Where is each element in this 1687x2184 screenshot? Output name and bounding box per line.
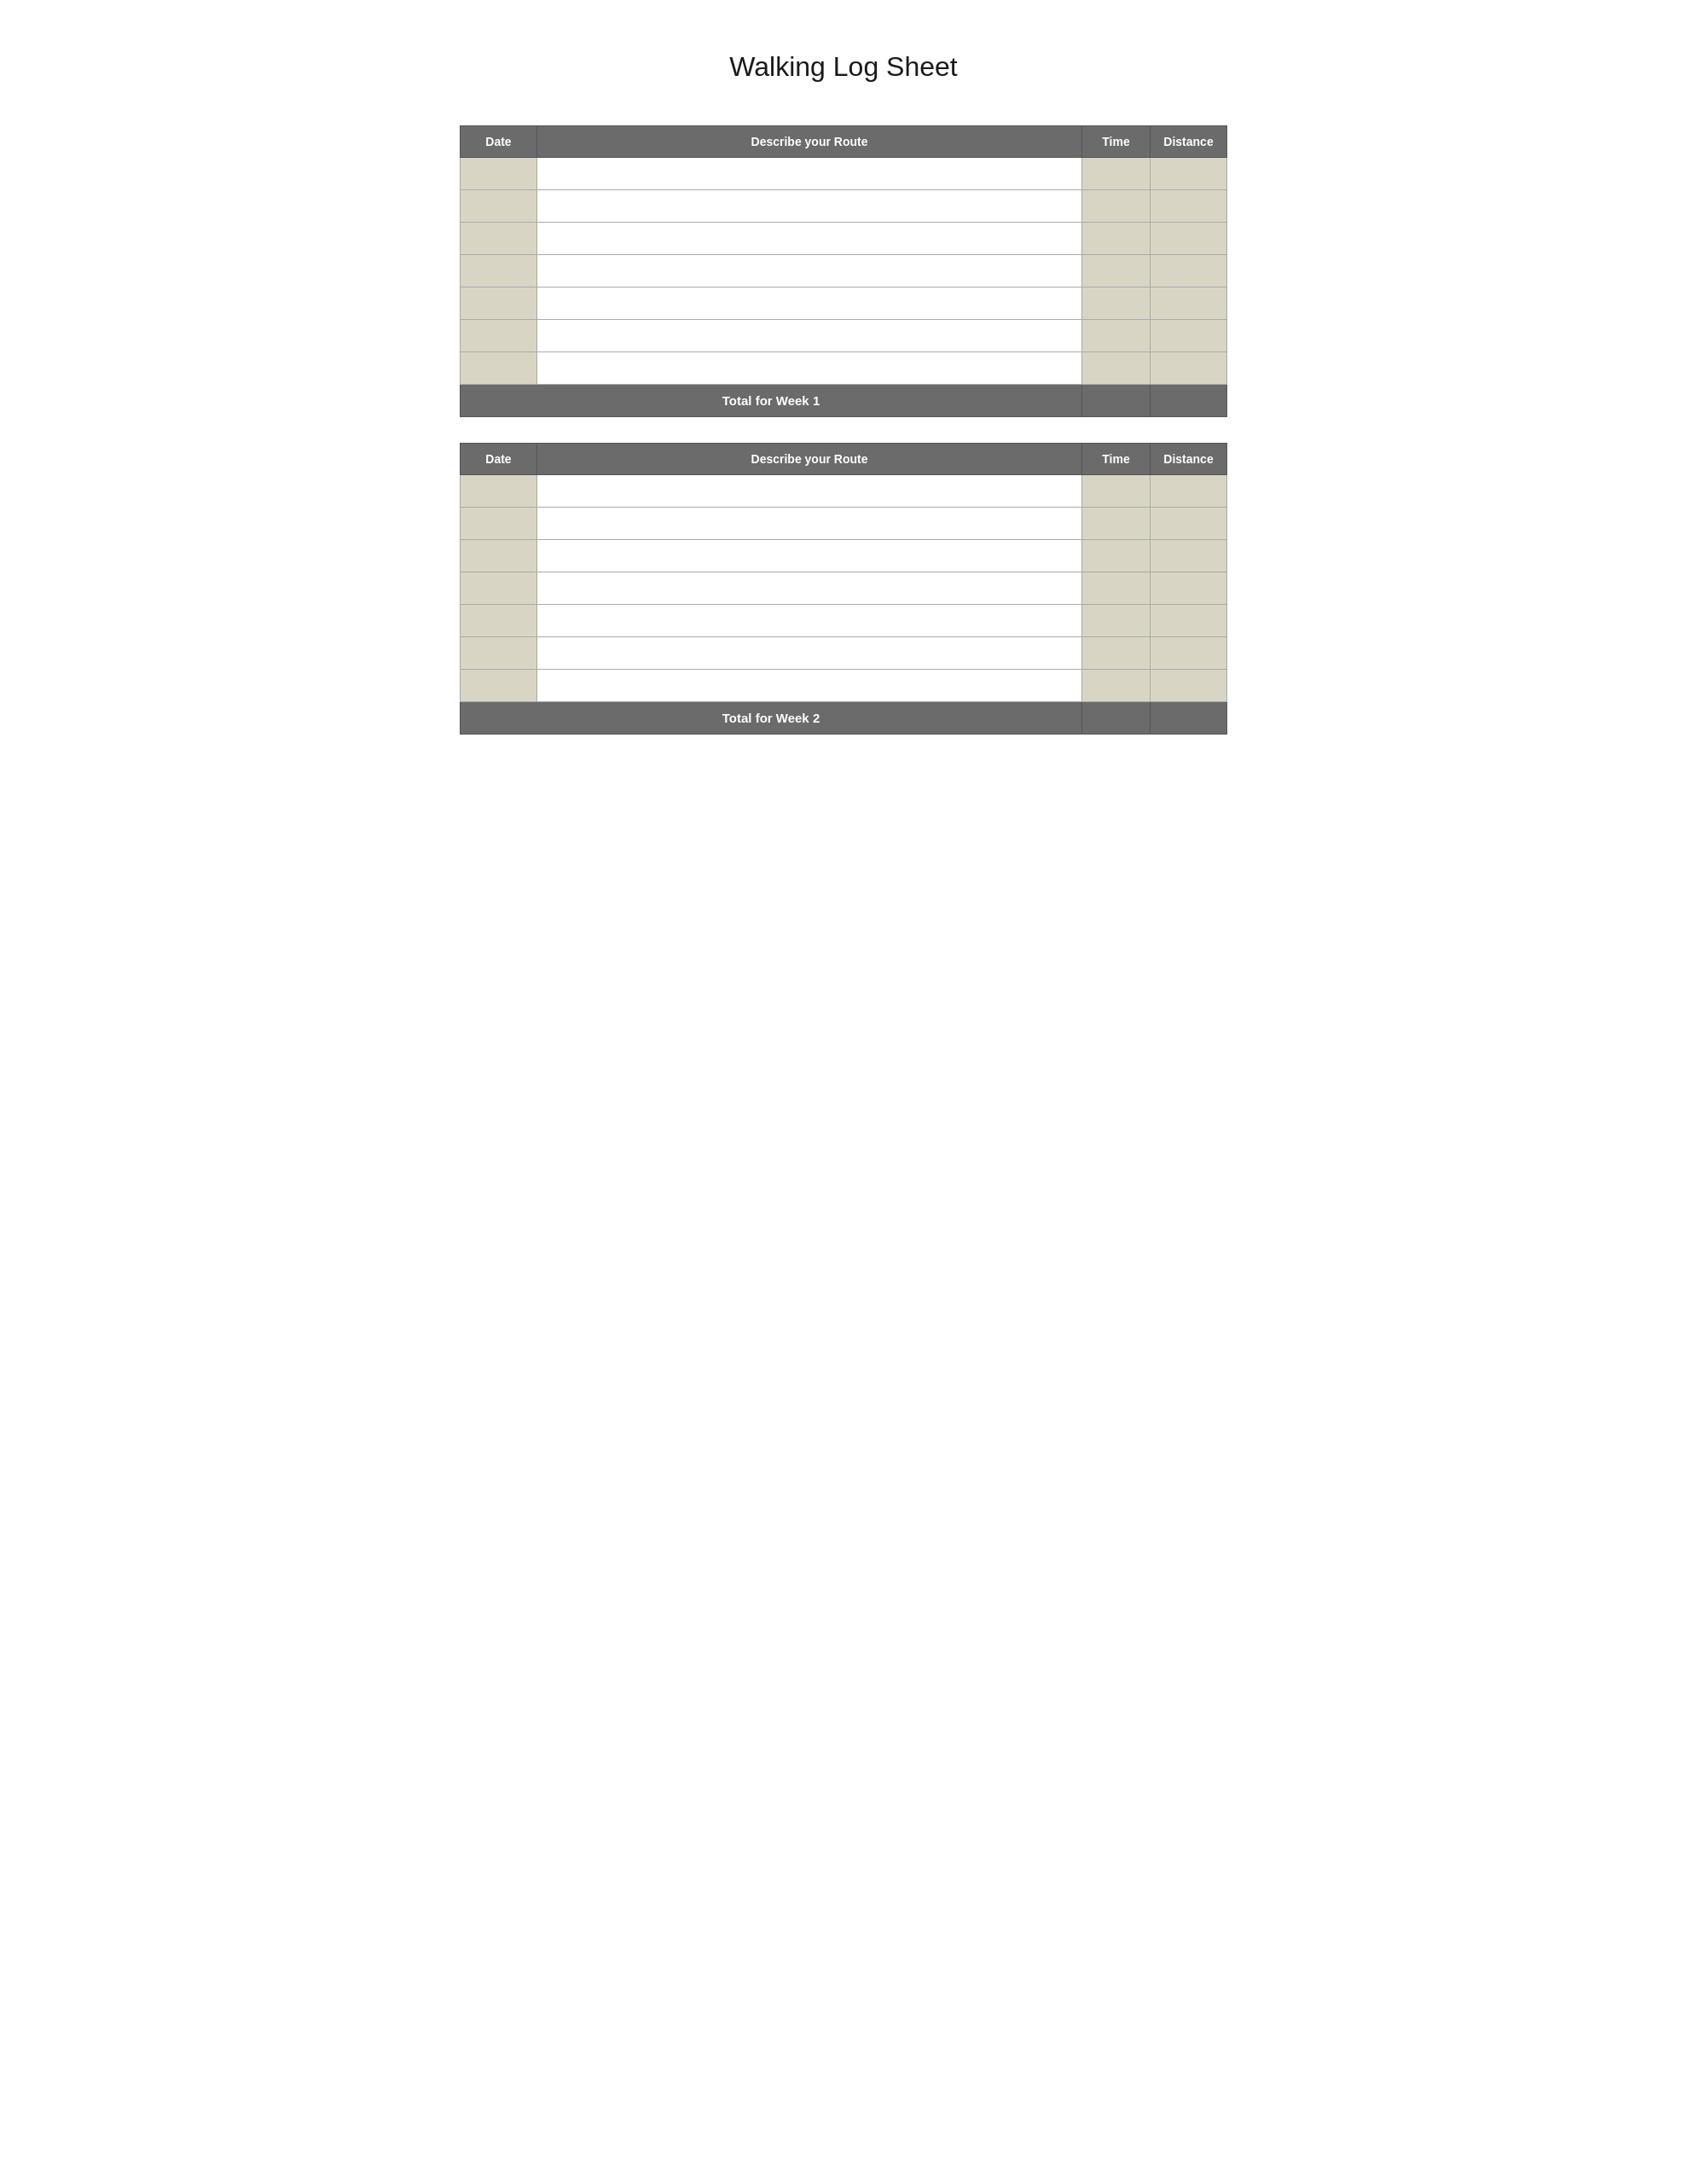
time-cell[interactable]	[1082, 223, 1151, 255]
week2-total-label: Total for Week 2	[461, 702, 1082, 735]
route-cell[interactable]	[537, 508, 1082, 540]
table-row	[461, 223, 1227, 255]
table-row	[461, 320, 1227, 352]
distance-cell[interactable]	[1151, 475, 1227, 508]
table-row	[461, 637, 1227, 670]
time-cell[interactable]	[1082, 508, 1151, 540]
week2-header-date: Date	[461, 444, 537, 475]
week1-header-date: Date	[461, 126, 537, 158]
week2-header-route: Describe your Route	[537, 444, 1082, 475]
table-row	[461, 288, 1227, 320]
distance-cell[interactable]	[1151, 288, 1227, 320]
distance-cell[interactable]	[1151, 670, 1227, 702]
week2-header-distance: Distance	[1151, 444, 1227, 475]
week1-header-route: Describe your Route	[537, 126, 1082, 158]
route-cell[interactable]	[537, 572, 1082, 605]
date-cell[interactable]	[461, 352, 537, 385]
time-cell[interactable]	[1082, 158, 1151, 190]
date-cell[interactable]	[461, 637, 537, 670]
date-cell[interactable]	[461, 190, 537, 223]
date-cell[interactable]	[461, 320, 537, 352]
week2-header-row: Date Describe your Route Time Distance	[461, 444, 1227, 475]
time-cell[interactable]	[1082, 288, 1151, 320]
date-cell[interactable]	[461, 540, 537, 572]
week1-total-time[interactable]	[1082, 385, 1151, 417]
table-row	[461, 190, 1227, 223]
time-cell[interactable]	[1082, 540, 1151, 572]
table-row	[461, 255, 1227, 288]
distance-cell[interactable]	[1151, 508, 1227, 540]
table-row	[461, 158, 1227, 190]
time-cell[interactable]	[1082, 475, 1151, 508]
week1-total-row: Total for Week 1	[461, 385, 1227, 417]
table-row	[461, 572, 1227, 605]
time-cell[interactable]	[1082, 572, 1151, 605]
date-cell[interactable]	[461, 288, 537, 320]
date-cell[interactable]	[461, 670, 537, 702]
week2-total-time[interactable]	[1082, 702, 1151, 735]
distance-cell[interactable]	[1151, 255, 1227, 288]
route-cell[interactable]	[537, 352, 1082, 385]
week2-total-distance[interactable]	[1151, 702, 1227, 735]
distance-cell[interactable]	[1151, 190, 1227, 223]
table-row	[461, 540, 1227, 572]
time-cell[interactable]	[1082, 605, 1151, 637]
route-cell[interactable]	[537, 223, 1082, 255]
distance-cell[interactable]	[1151, 223, 1227, 255]
distance-cell[interactable]	[1151, 540, 1227, 572]
distance-cell[interactable]	[1151, 320, 1227, 352]
route-cell[interactable]	[537, 190, 1082, 223]
route-cell[interactable]	[537, 605, 1082, 637]
table-row	[461, 475, 1227, 508]
page: Walking Log Sheet Date Describe your Rou…	[460, 51, 1227, 760]
date-cell[interactable]	[461, 605, 537, 637]
week2-total-row: Total for Week 2	[461, 702, 1227, 735]
week1-total-distance[interactable]	[1151, 385, 1227, 417]
date-cell[interactable]	[461, 475, 537, 508]
table-row	[461, 352, 1227, 385]
week1-table: Date Describe your Route Time Distance	[460, 125, 1227, 417]
route-cell[interactable]	[537, 255, 1082, 288]
date-cell[interactable]	[461, 158, 537, 190]
route-cell[interactable]	[537, 637, 1082, 670]
week1-header-row: Date Describe your Route Time Distance	[461, 126, 1227, 158]
page-title: Walking Log Sheet	[460, 51, 1227, 83]
week2-header-time: Time	[1082, 444, 1151, 475]
route-cell[interactable]	[537, 540, 1082, 572]
distance-cell[interactable]	[1151, 637, 1227, 670]
time-cell[interactable]	[1082, 670, 1151, 702]
week2-table: Date Describe your Route Time Distance	[460, 443, 1227, 735]
distance-cell[interactable]	[1151, 158, 1227, 190]
date-cell[interactable]	[461, 508, 537, 540]
time-cell[interactable]	[1082, 320, 1151, 352]
table-row	[461, 670, 1227, 702]
table-row	[461, 605, 1227, 637]
date-cell[interactable]	[461, 572, 537, 605]
week1-header-time: Time	[1082, 126, 1151, 158]
week1-header-distance: Distance	[1151, 126, 1227, 158]
time-cell[interactable]	[1082, 352, 1151, 385]
route-cell[interactable]	[537, 320, 1082, 352]
time-cell[interactable]	[1082, 190, 1151, 223]
route-cell[interactable]	[537, 158, 1082, 190]
distance-cell[interactable]	[1151, 352, 1227, 385]
distance-cell[interactable]	[1151, 605, 1227, 637]
distance-cell[interactable]	[1151, 572, 1227, 605]
date-cell[interactable]	[461, 255, 537, 288]
time-cell[interactable]	[1082, 637, 1151, 670]
table-row	[461, 508, 1227, 540]
time-cell[interactable]	[1082, 255, 1151, 288]
route-cell[interactable]	[537, 288, 1082, 320]
route-cell[interactable]	[537, 670, 1082, 702]
week1-total-label: Total for Week 1	[461, 385, 1082, 417]
date-cell[interactable]	[461, 223, 537, 255]
route-cell[interactable]	[537, 475, 1082, 508]
